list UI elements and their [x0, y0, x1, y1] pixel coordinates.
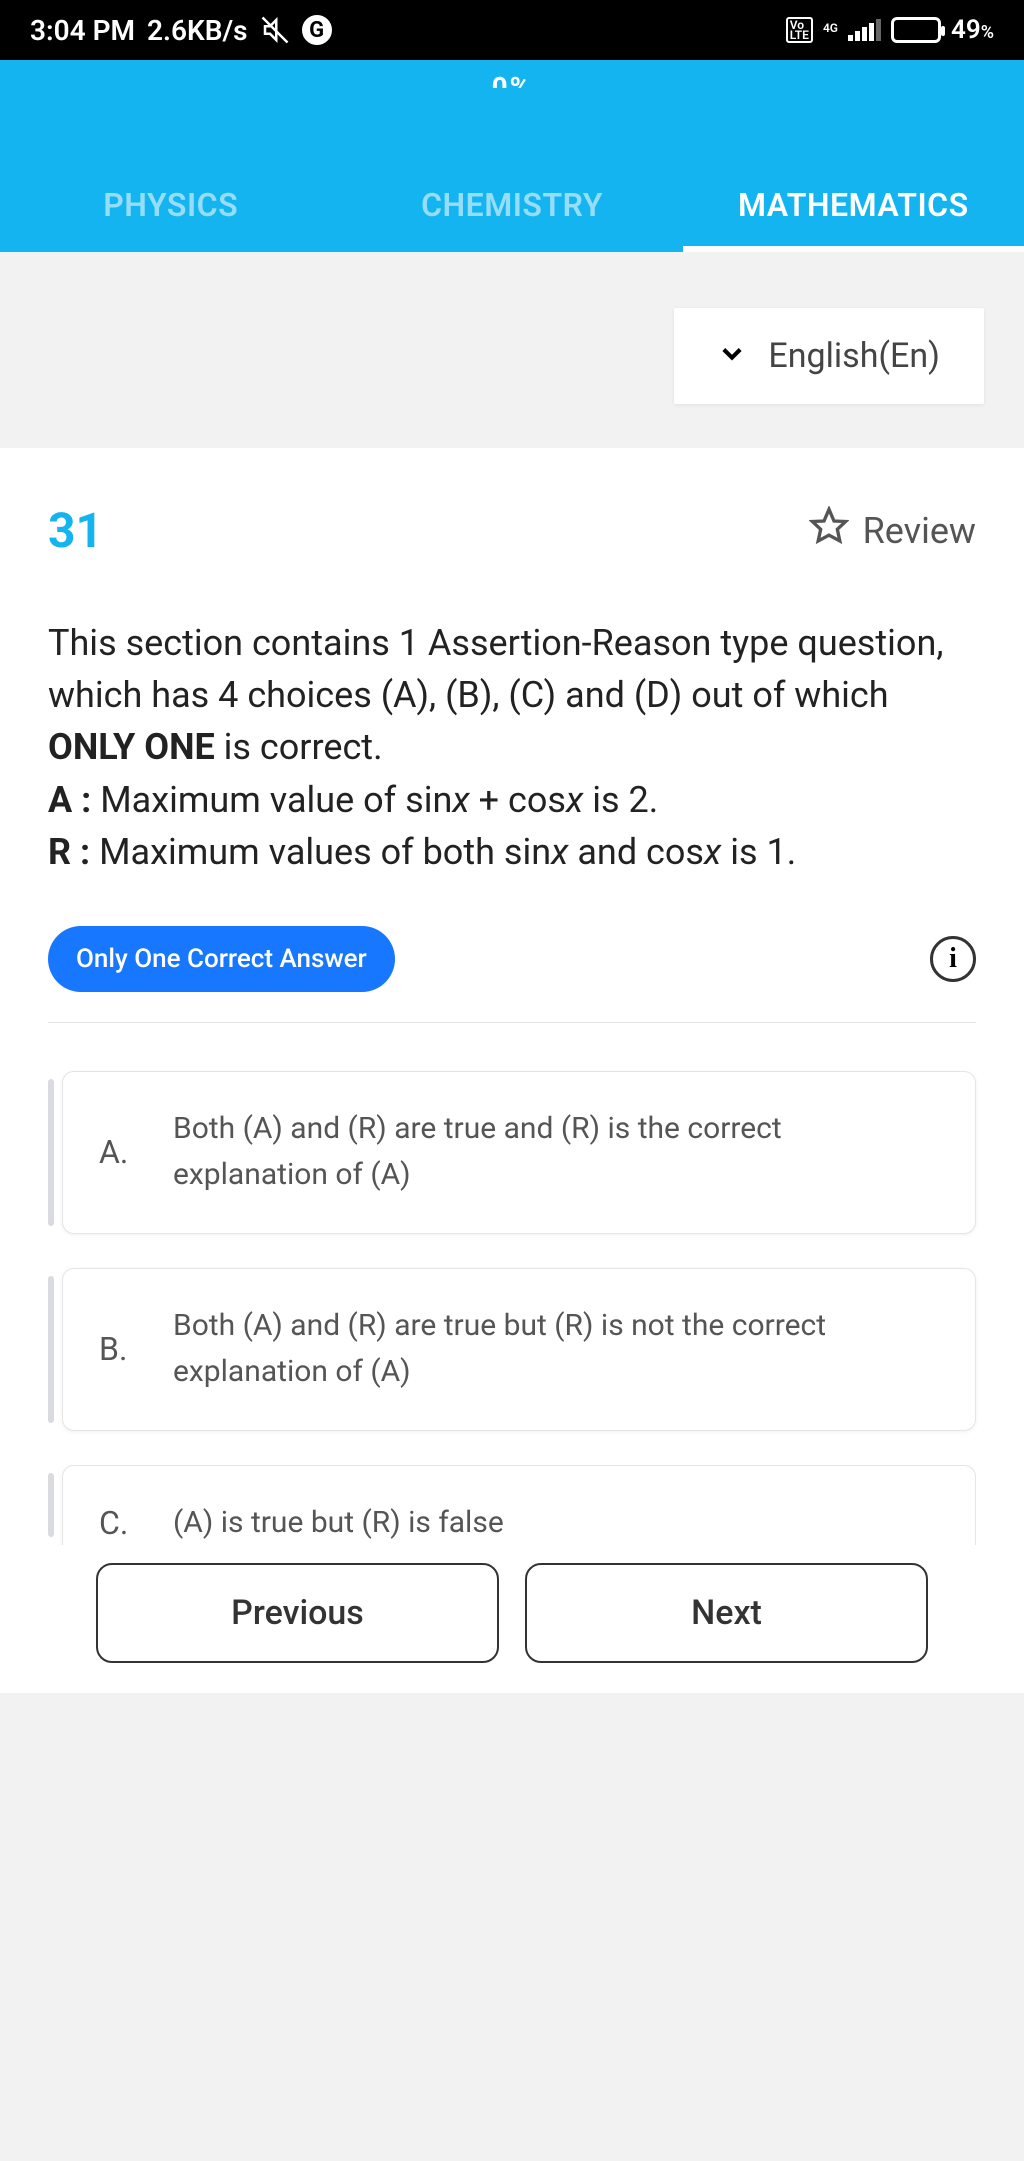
option-text: Both (A) and (R) are true but (R) is not…	[173, 1303, 939, 1396]
network-4g-label: 4G	[823, 21, 838, 35]
option-c[interactable]: C. (A) is true but (R) is false	[62, 1465, 976, 1545]
status-bar: 3:04 PM 2.6KB/s G VoLTE 4G 49%	[0, 0, 1024, 60]
volte-icon: VoLTE	[786, 17, 813, 43]
divider	[48, 1022, 976, 1023]
language-selector[interactable]: English(En)	[674, 308, 984, 404]
status-left: 3:04 PM 2.6KB/s G	[30, 14, 332, 47]
tab-physics[interactable]: PHYSICS	[0, 160, 341, 252]
reason-post: is 1.	[721, 831, 796, 873]
signal-icon	[848, 19, 881, 41]
assertion-post: is 2.	[583, 779, 658, 821]
reason-var1: x	[551, 831, 568, 873]
reason-mid: and cos	[568, 831, 704, 873]
status-right: VoLTE 4G 49%	[786, 15, 994, 45]
option-b[interactable]: B. Both (A) and (R) are true but (R) is …	[62, 1268, 976, 1431]
option-text: Both (A) and (R) are true and (R) is the…	[173, 1106, 939, 1199]
answer-type-badge: Only One Correct Answer	[48, 926, 395, 992]
assertion-label: A :	[48, 779, 100, 821]
option-c-wrap: C. (A) is true but (R) is false	[48, 1465, 976, 1545]
status-time: 3:04 PM	[30, 14, 135, 47]
reason-pre: Maximum values of both sin	[99, 831, 551, 873]
mute-icon	[260, 15, 290, 45]
assertion-var2: x	[566, 779, 583, 821]
subject-tabs: PHYSICS CHEMISTRY MATHEMATICS	[0, 160, 1024, 252]
previous-button[interactable]: Previous	[96, 1563, 499, 1663]
next-button[interactable]: Next	[525, 1563, 928, 1663]
question-card: 31 Review This section contains 1 Assert…	[0, 448, 1024, 1693]
option-letter: C.	[99, 1504, 139, 1542]
app-header: 0% PHYSICS CHEMISTRY MATHEMATICS	[0, 60, 1024, 252]
reason-var2: x	[704, 831, 721, 873]
language-row: English(En)	[0, 252, 1024, 448]
option-a[interactable]: A. Both (A) and (R) are true and (R) is …	[62, 1071, 976, 1234]
info-icon[interactable]: i	[930, 936, 976, 982]
intro-pre: This section contains 1 Assertion-Reason…	[48, 622, 943, 716]
intro-bold: ONLY ONE	[48, 726, 215, 768]
star-icon	[809, 506, 849, 555]
option-letter: A.	[99, 1133, 139, 1171]
assertion-mid: + cos	[470, 779, 566, 821]
option-b-wrap: B. Both (A) and (R) are true but (R) is …	[48, 1268, 976, 1431]
question-header-row: 31 Review	[48, 502, 976, 559]
question-number: 31	[48, 502, 103, 559]
review-label: Review	[863, 510, 976, 552]
reason-label: R :	[48, 831, 99, 873]
assertion-pre: Maximum value of sin	[100, 779, 452, 821]
battery-percent: 49%	[951, 15, 994, 45]
assertion-var1: x	[452, 779, 469, 821]
nav-row: Previous Next	[48, 1545, 976, 1693]
intro-post: is correct.	[215, 726, 383, 768]
option-a-wrap: A. Both (A) and (R) are true and (R) is …	[48, 1071, 976, 1234]
option-text: (A) is true but (R) is false	[173, 1500, 504, 1545]
option-letter: B.	[99, 1330, 139, 1368]
review-button[interactable]: Review	[809, 506, 976, 555]
google-icon: G	[302, 15, 332, 45]
chevron-down-icon	[718, 336, 746, 376]
status-speed: 2.6KB/s	[147, 14, 248, 47]
tab-chemistry[interactable]: CHEMISTRY	[341, 160, 682, 252]
header-top: 0%	[0, 60, 1024, 160]
question-text: This section contains 1 Assertion-Reason…	[48, 617, 976, 878]
battery-icon	[891, 17, 941, 43]
tab-mathematics[interactable]: MATHEMATICS	[683, 160, 1024, 252]
badge-row: Only One Correct Answer i	[48, 926, 976, 992]
language-label: English(En)	[768, 336, 940, 376]
header-clip-text: 0%	[492, 66, 533, 88]
